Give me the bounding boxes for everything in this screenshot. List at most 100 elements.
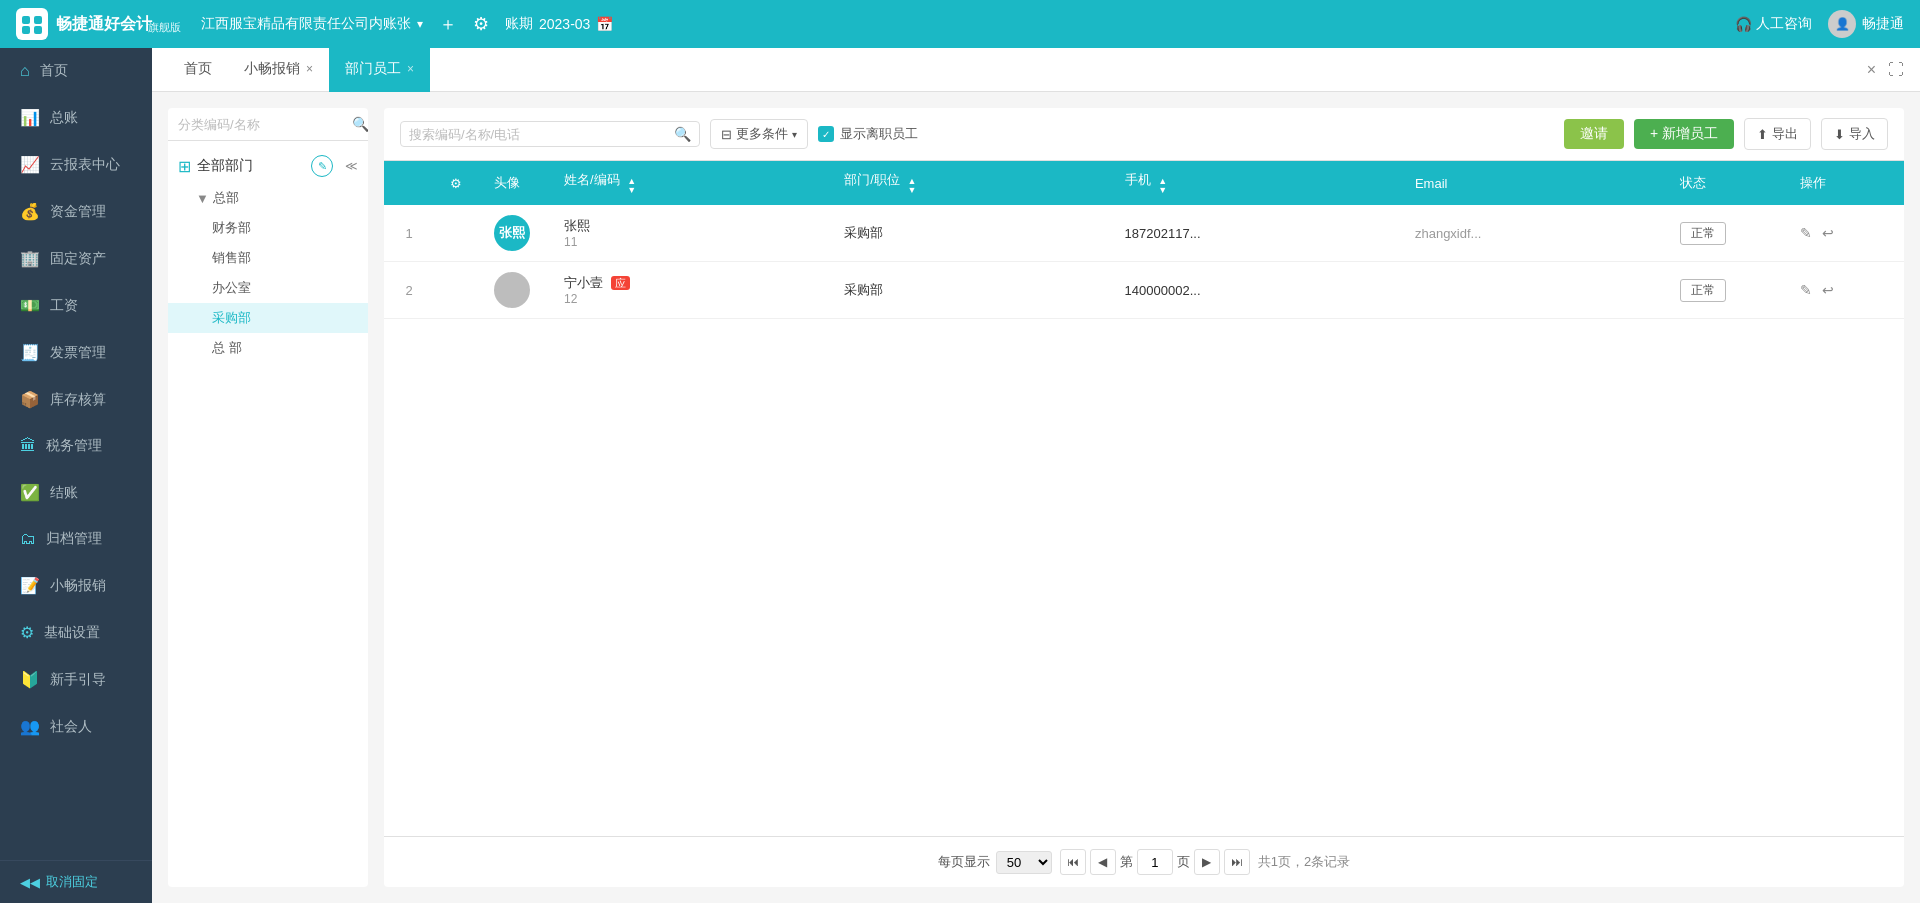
tab-home[interactable]: 首页 — [168, 48, 228, 92]
sidebar-item-home[interactable]: ⌂ 首页 — [0, 48, 152, 94]
cell-index: 2 — [384, 262, 434, 319]
col-avatar: 头像 — [478, 161, 548, 205]
filter-button[interactable]: ⊟ 更多条件 ▾ — [710, 119, 808, 149]
settings-icon[interactable]: ⚙ — [473, 13, 489, 35]
cell-email — [1399, 262, 1664, 319]
employee-table: ⚙ 头像 姓名/编码 ▲▼ 部门/职位 ▲▼ — [384, 161, 1904, 319]
tab-dept-employees[interactable]: 部门员工 × — [329, 48, 430, 92]
left-arrow-icon: ◀◀ — [20, 875, 40, 890]
add-button[interactable]: ＋ — [439, 12, 457, 36]
user-name: 畅捷通 — [1862, 15, 1904, 33]
edit-icon[interactable]: ✎ — [1800, 282, 1812, 298]
sidebar-item-fixed-assets[interactable]: 🏢 固定资产 — [0, 235, 152, 282]
employee-name: 张熙 — [564, 217, 812, 235]
import-button[interactable]: ⬇ 导入 — [1821, 118, 1888, 150]
export-button[interactable]: ⬆ 导出 — [1744, 118, 1811, 150]
sidebar-item-funds[interactable]: 💰 资金管理 — [0, 188, 152, 235]
fixed-assets-icon: 🏢 — [20, 249, 40, 268]
sidebar-item-general-ledger[interactable]: 📊 总账 — [0, 94, 152, 141]
page-content: 🔍 ⊞ 全部部门 ✎ ≪ ▼ 总部 财务部 — [152, 92, 1920, 903]
company-dropdown-icon[interactable]: ▾ — [417, 17, 423, 31]
col-settings[interactable]: ⚙ — [434, 161, 478, 205]
col-phone[interactable]: 手机 ▲▼ — [1109, 161, 1399, 205]
sidebar-item-label: 发票管理 — [50, 344, 106, 362]
sidebar-item-checkout[interactable]: ✅ 结账 — [0, 469, 152, 516]
calendar-icon[interactable]: 📅 — [596, 16, 613, 32]
dept-collapse-icon[interactable]: ≪ — [345, 159, 358, 173]
topbar-center: ＋ ⚙ 账期 2023-03 📅 — [439, 12, 613, 36]
dept-item-office[interactable]: 办公室 — [168, 273, 368, 303]
page-di-label: 第 — [1120, 853, 1133, 871]
cell-settings — [434, 205, 478, 262]
dept-item-hq[interactable]: 总 部 — [168, 333, 368, 363]
tab-close-all-button[interactable]: × — [1867, 61, 1876, 79]
sidebar-item-expense[interactable]: 📝 小畅报销 — [0, 562, 152, 609]
cell-dept: 采购部 — [828, 205, 1108, 262]
sidebar-item-tax[interactable]: 🏛 税务管理 — [0, 423, 152, 469]
cell-actions: ✎ ↩ — [1784, 205, 1904, 262]
dept-item-purchasing[interactable]: 采购部 — [168, 303, 368, 333]
more-icon[interactable]: ↩ — [1822, 282, 1834, 298]
app-logo: 畅捷通好会计 — [16, 8, 156, 40]
user-menu[interactable]: 👤 畅捷通 — [1828, 10, 1904, 38]
tab-bar-right: × ⛶ — [1867, 61, 1904, 79]
sidebar-item-label: 税务管理 — [46, 437, 102, 455]
add-employee-button[interactable]: + 新增员工 — [1634, 119, 1734, 149]
dept-item-sales[interactable]: 销售部 — [168, 243, 368, 273]
company-selector[interactable]: 江西服宝精品有限责任公司内账张 ▾ — [201, 15, 423, 33]
dept-item-finance[interactable]: 财务部 — [168, 213, 368, 243]
invite-button[interactable]: 邀请 — [1564, 119, 1624, 149]
last-page-button[interactable]: ⏭ — [1224, 849, 1250, 875]
dept-expand-icon: ▼ — [196, 191, 209, 206]
filter-icon: ⊟ — [721, 127, 732, 142]
sidebar-item-guide[interactable]: 🔰 新手引导 — [0, 656, 152, 703]
svg-rect-2 — [22, 26, 30, 34]
tab-dept-employees-close[interactable]: × — [407, 62, 414, 76]
cancel-fix-button[interactable]: ◀◀ 取消固定 — [0, 861, 152, 903]
dept-edit-icon[interactable]: ✎ — [311, 155, 333, 177]
tab-expense[interactable]: 小畅报销 × — [228, 48, 329, 92]
cancel-fix-label: 取消固定 — [46, 873, 98, 891]
col-name-code[interactable]: 姓名/编码 ▲▼ — [548, 161, 828, 205]
period-label: 账期 — [505, 15, 533, 33]
sidebar-item-invoices[interactable]: 🧾 发票管理 — [0, 329, 152, 376]
search-icon[interactable]: 🔍 — [674, 126, 691, 142]
col-dept-position[interactable]: 部门/职位 ▲▼ — [828, 161, 1108, 205]
pagination-bar: 每页显示 50 10 20 100 ⏮ ◀ 第 页 — [384, 836, 1904, 887]
import-icon: ⬇ — [1834, 127, 1845, 142]
show-resigned-toggle[interactable]: ✓ 显示离职员工 — [818, 125, 918, 143]
page-input[interactable] — [1137, 849, 1173, 875]
table-area: 🔍 ⊟ 更多条件 ▾ ✓ 显示离职员工 邀请 + 新增员工 — [384, 108, 1904, 887]
svg-rect-0 — [22, 16, 30, 24]
tab-fullscreen-button[interactable]: ⛶ — [1888, 61, 1904, 79]
sidebar-item-label: 首页 — [40, 62, 68, 80]
dept-hq-label: 总 部 — [212, 339, 242, 357]
sidebar-item-cloud-reports[interactable]: 📈 云报表中心 — [0, 141, 152, 188]
dept-item-headquarters[interactable]: ▼ 总部 — [168, 183, 368, 213]
edit-icon[interactable]: ✎ — [1800, 225, 1812, 241]
page-unit-label: 页 — [1177, 853, 1190, 871]
next-page-button[interactable]: ▶ — [1194, 849, 1220, 875]
per-page-label: 每页显示 — [938, 853, 990, 871]
prev-page-button[interactable]: ◀ — [1090, 849, 1116, 875]
sidebar-item-inventory[interactable]: 📦 库存核算 — [0, 376, 152, 423]
show-resigned-checkbox[interactable]: ✓ — [818, 126, 834, 142]
first-page-button[interactable]: ⏮ — [1060, 849, 1086, 875]
search-input[interactable] — [409, 127, 668, 142]
sidebar-item-archive[interactable]: 🗂 归档管理 — [0, 516, 152, 562]
sidebar-item-basic-settings[interactable]: ⚙ 基础设置 — [0, 609, 152, 656]
dept-sales-label: 销售部 — [212, 249, 251, 267]
dept-search-icon[interactable]: 🔍 — [352, 116, 368, 132]
employee-avatar: 张熙 — [494, 215, 530, 251]
all-dept-header[interactable]: ⊞ 全部部门 ✎ ≪ — [168, 149, 368, 183]
more-icon[interactable]: ↩ — [1822, 225, 1834, 241]
cell-avatar — [478, 262, 548, 319]
service-button[interactable]: 🎧 人工咨询 — [1735, 15, 1812, 33]
dept-search-input[interactable] — [178, 117, 346, 132]
per-page-select[interactable]: 50 10 20 100 — [996, 851, 1052, 874]
tab-expense-close[interactable]: × — [306, 62, 313, 76]
sidebar-item-label: 工资 — [50, 297, 78, 315]
sidebar-item-social[interactable]: 👥 社会人 — [0, 703, 152, 750]
sort-icon-phone: ▲▼ — [1158, 177, 1167, 195]
sidebar-item-payroll[interactable]: 💵 工资 — [0, 282, 152, 329]
